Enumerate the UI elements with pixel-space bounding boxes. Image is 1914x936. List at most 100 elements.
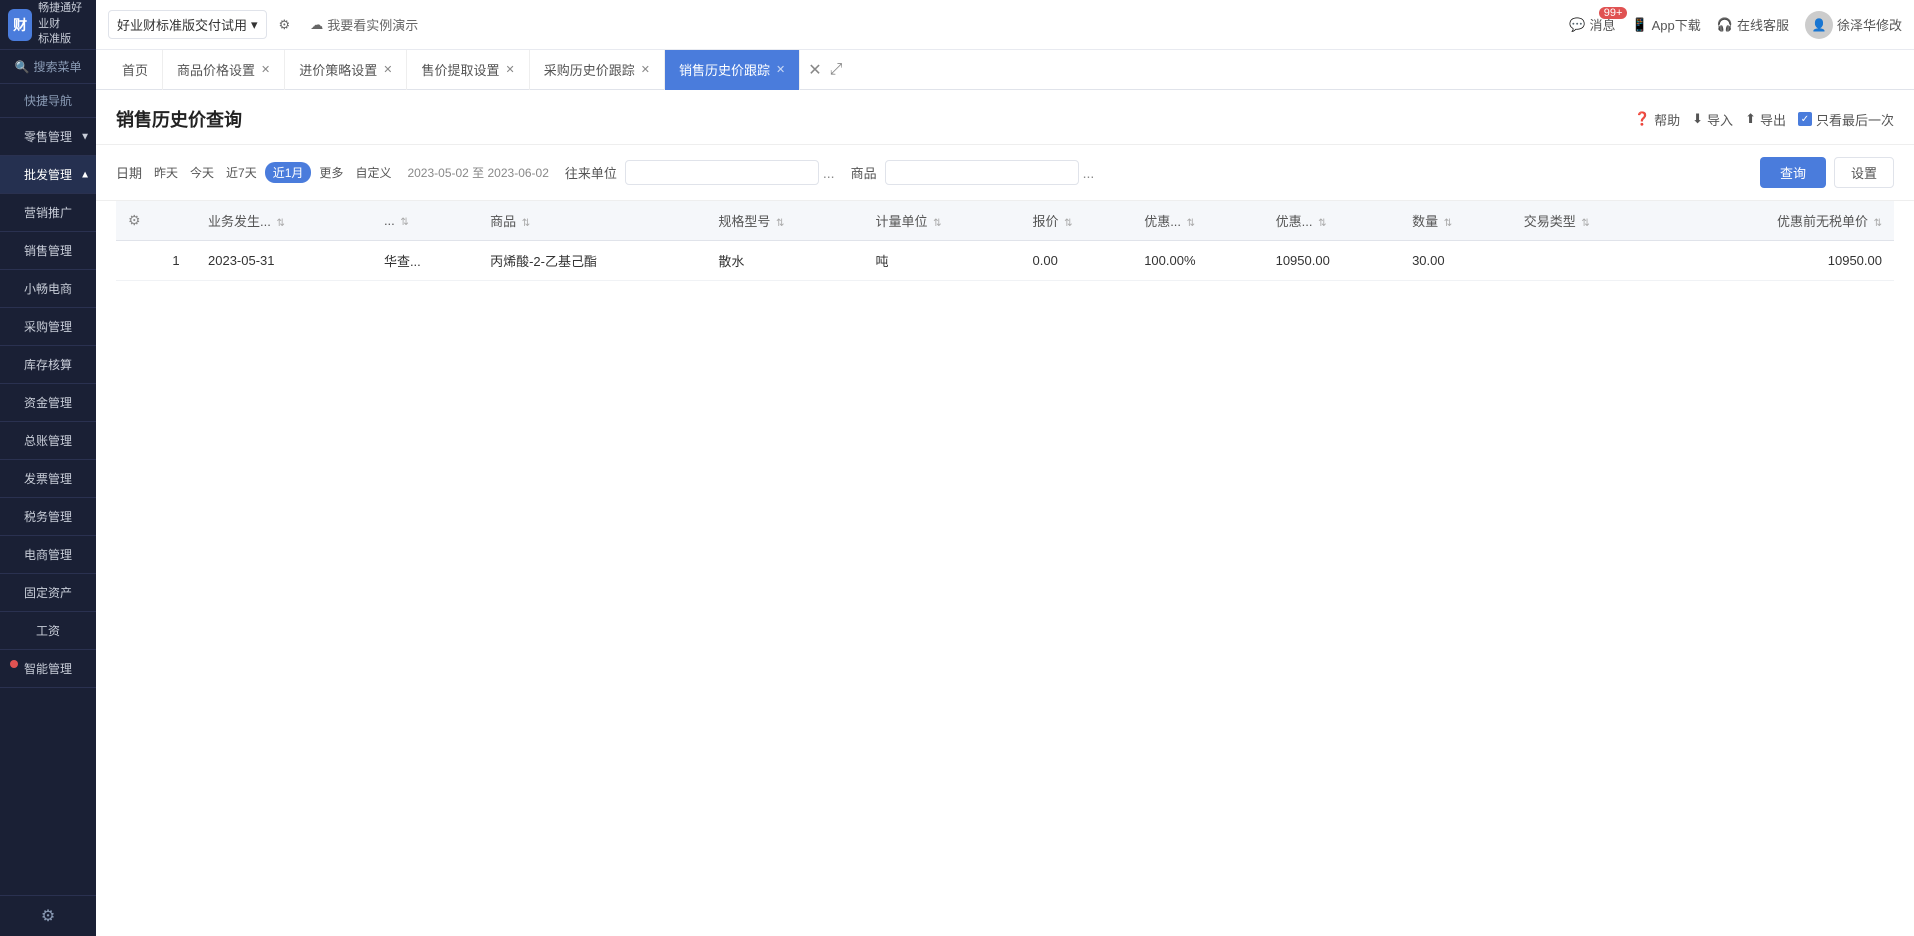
row-price-cell: 0.00	[1021, 241, 1133, 281]
sort-icon: ⇅	[1581, 218, 1589, 229]
col-unit[interactable]: 计量单位 ⇅	[863, 201, 1020, 241]
col-transaction-type[interactable]: 交易类型 ⇅	[1512, 201, 1669, 241]
tab-sales-history[interactable]: 销售历史价跟踪 ✕	[665, 50, 800, 90]
date-range-display: 2023-05-02 至 2023-06-02	[407, 164, 548, 181]
headset-icon: 🎧	[1717, 17, 1733, 33]
col-pre-tax-price[interactable]: 优惠前无税单价 ⇅	[1669, 201, 1894, 241]
col-spec[interactable]: 规格型号 ⇅	[706, 201, 863, 241]
sort-icon: ⇅	[1187, 218, 1195, 229]
col-business-date[interactable]: 业务发生... ⇅	[196, 201, 372, 241]
col-discount-rate[interactable]: 优惠... ⇅	[1132, 201, 1263, 241]
sidebar-item-label: 零售管理	[24, 128, 72, 145]
row-spec-cell: 散水	[706, 241, 863, 281]
tab-purchase-history[interactable]: 采购历史价跟踪 ✕	[530, 50, 665, 90]
tab-label: 商品价格设置	[177, 60, 255, 79]
user-profile-button[interactable]: 👤 徐泽华修改	[1805, 11, 1902, 39]
help-link[interactable]: ❓ 帮助	[1634, 110, 1680, 129]
online-service-button[interactable]: 🎧 在线客服	[1717, 15, 1789, 34]
sidebar-item-label: 小畅电商	[24, 280, 72, 297]
tab-sale-extract[interactable]: 售价提取设置 ✕	[407, 50, 529, 90]
topbar-settings-button[interactable]: ⚙	[275, 13, 295, 37]
row-quantity-cell: 30.00	[1400, 241, 1512, 281]
messages-button[interactable]: 💬 消息 99+	[1569, 15, 1615, 34]
sidebar-item-invoice[interactable]: 发票管理	[0, 460, 96, 498]
query-button[interactable]: 查询	[1760, 157, 1826, 188]
date-option-custom[interactable]: 自定义	[351, 162, 395, 183]
cloud-icon: ☁	[310, 17, 323, 33]
import-link[interactable]: ⬇ 导入	[1692, 110, 1733, 129]
col-price[interactable]: 报价 ⇅	[1021, 201, 1133, 241]
sidebar-item-smart[interactable]: 智能管理	[0, 650, 96, 688]
col-discount-price[interactable]: 优惠... ⇅	[1264, 201, 1400, 241]
product-dots[interactable]: ...	[1083, 165, 1095, 181]
sidebar-item-account[interactable]: 总账管理	[0, 422, 96, 460]
tab-price[interactable]: 商品价格设置 ✕	[163, 50, 285, 90]
sidebar-quicknav[interactable]: 快捷导航	[0, 84, 96, 118]
sidebar-item-wholesale[interactable]: 批发管理 ▲	[0, 156, 96, 194]
row-product-cell: 丙烯酸-2-乙基己酯	[478, 241, 706, 281]
only-last-label: 只看最后一次	[1816, 110, 1894, 129]
col-product[interactable]: 商品 ⇅	[478, 201, 706, 241]
col-index	[156, 201, 196, 241]
tab-home[interactable]: 首页	[108, 50, 163, 90]
message-badge: 99+	[1599, 7, 1628, 19]
sidebar-item-label: 营销推广	[24, 204, 72, 221]
avatar: 👤	[1805, 11, 1833, 39]
sidebar-item-purchase[interactable]: 采购管理	[0, 308, 96, 346]
phone-icon: 📱	[1631, 17, 1647, 33]
only-last-checkbox[interactable]: ✓ 只看最后一次	[1798, 110, 1894, 129]
help-icon: ❓	[1634, 111, 1650, 127]
sidebar-item-marketing[interactable]: 营销推广	[0, 194, 96, 232]
date-option-more[interactable]: 更多	[315, 162, 347, 183]
col-settings: ⚙	[116, 201, 156, 241]
filter-actions: 查询 设置	[1760, 157, 1894, 188]
tab-close-icon[interactable]: ✕	[261, 63, 270, 76]
source-unit-input[interactable]	[625, 160, 819, 185]
row-extra-cell: 华查...	[372, 241, 478, 281]
topbar: 好业财标准版交付试用 ▾ ⚙ ☁ 我要看实例演示 💬 消息 99+ 📱 App下…	[96, 0, 1914, 50]
export-link[interactable]: ⬆ 导出	[1745, 110, 1786, 129]
sidebar-item-salary[interactable]: 工资	[0, 612, 96, 650]
sidebar-item-retail[interactable]: 零售管理 ▼	[0, 118, 96, 156]
table-header-row: ⚙ 业务发生... ⇅ ... ⇅ 商品 ⇅	[116, 201, 1894, 241]
gear-icon: ⚙	[41, 906, 55, 926]
tab-close-icon[interactable]: ✕	[641, 63, 650, 76]
tab-close-icon[interactable]: ✕	[506, 63, 515, 76]
sidebar-item-sales[interactable]: 销售管理	[0, 232, 96, 270]
sidebar-item-finance[interactable]: 资金管理	[0, 384, 96, 422]
row-business-date-cell: 2023-05-31	[196, 241, 372, 281]
demo-link[interactable]: ☁ 我要看实例演示	[310, 15, 418, 34]
col-extra[interactable]: ... ⇅	[372, 201, 478, 241]
help-label: 帮助	[1654, 110, 1680, 129]
date-option-last1month[interactable]: 近1月	[265, 162, 312, 183]
date-option-today[interactable]: 今天	[186, 162, 218, 183]
sidebar-item-ecommerce-small[interactable]: 小畅电商	[0, 270, 96, 308]
sidebar-item-inventory[interactable]: 库存核算	[0, 346, 96, 384]
page-title: 销售历史价查询	[116, 106, 242, 132]
app-download-button[interactable]: 📱 App下载	[1631, 15, 1700, 34]
date-option-last7[interactable]: 近7天	[222, 162, 261, 183]
expand-window-button[interactable]: ⤢	[830, 61, 843, 79]
version-selector[interactable]: 好业财标准版交付试用 ▾	[108, 10, 267, 39]
sidebar-item-tax[interactable]: 税务管理	[0, 498, 96, 536]
message-icon: 💬	[1569, 17, 1585, 33]
table-row: 1 2023-05-31 华查... 丙烯酸-2-乙基己酯 散水	[116, 241, 1894, 281]
date-option-yesterday[interactable]: 昨天	[150, 162, 182, 183]
sidebar-settings-button[interactable]: ⚙	[0, 895, 96, 936]
tab-purchase-strategy[interactable]: 进价策略设置 ✕	[285, 50, 407, 90]
tab-label: 售价提取设置	[421, 60, 499, 79]
product-input[interactable]	[885, 160, 1079, 185]
source-unit-dots[interactable]: ...	[823, 165, 835, 181]
sidebar-item-ecommerce[interactable]: 电商管理	[0, 536, 96, 574]
row-index-cell: 1	[156, 241, 196, 281]
row-discount-rate-cell: 100.00%	[1132, 241, 1263, 281]
filter-settings-button[interactable]: 设置	[1834, 157, 1894, 188]
table-gear-icon[interactable]: ⚙	[128, 212, 141, 228]
col-quantity[interactable]: 数量 ⇅	[1400, 201, 1512, 241]
tab-close-icon[interactable]: ✕	[776, 63, 785, 76]
sidebar-item-assets[interactable]: 固定资产	[0, 574, 96, 612]
tab-close-icon[interactable]: ✕	[383, 63, 392, 76]
source-unit-label: 往来单位	[565, 163, 617, 182]
close-window-button[interactable]: ✕	[808, 60, 821, 80]
sidebar-search[interactable]: 🔍 搜索菜单	[0, 50, 96, 84]
